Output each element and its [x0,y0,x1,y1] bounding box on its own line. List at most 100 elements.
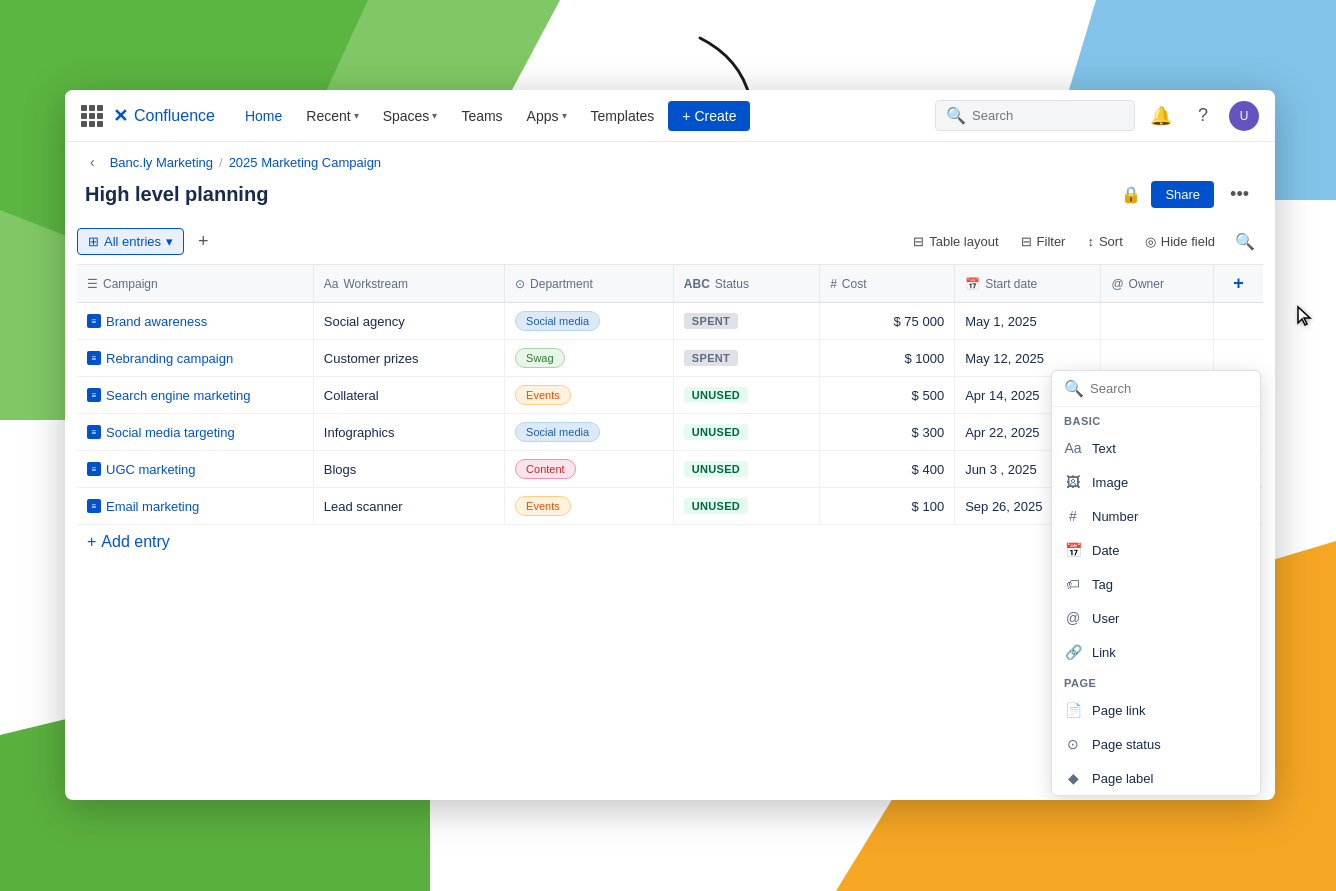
nav-templates[interactable]: Templates [581,102,665,130]
cell-status-4: UNUSED [673,451,819,488]
navbar: ✕ Confluence Home Recent ▾ Spaces ▾ Team… [65,90,1275,142]
field-item-image[interactable]: 🖼 Image [1052,465,1260,499]
basic-section-label: BASIC [1052,407,1260,431]
cell-department-4: Content [505,451,674,488]
field-item-number[interactable]: # Number [1052,499,1260,533]
cell-workstream-2: Collateral [313,377,504,414]
table-row: ≡ Brand awareness Social agency Social m… [77,303,1263,340]
cell-workstream-1: Customer prizes [313,340,504,377]
grid-icon [81,105,103,127]
field-item-page-label[interactable]: ◆ Page label [1052,761,1260,795]
search-input[interactable] [972,108,1124,123]
lock-icon[interactable]: 🔒 [1121,185,1141,204]
campaign-link-0[interactable]: ≡ Brand awareness [87,314,303,329]
create-button[interactable]: + Create [668,101,750,131]
toolbar: ⊞ All entries ▾ + ⊟ Table layout ⊟ Filte… [77,219,1263,265]
nav-recent[interactable]: Recent ▾ [296,102,368,130]
field-item-tag[interactable]: 🏷 Tag [1052,567,1260,601]
field-item-user[interactable]: @ User [1052,601,1260,635]
page-actions: 🔒 Share ••• [1121,180,1255,209]
hide-field-button[interactable]: ◎ Hide field [1135,229,1225,254]
nav-teams[interactable]: Teams [451,102,512,130]
campaign-link-3[interactable]: ≡ Social media targeting [87,425,303,440]
field-item-date[interactable]: 📅 Date [1052,533,1260,567]
all-entries-button[interactable]: ⊞ All entries ▾ [77,228,184,255]
th-status: ABC Status [673,265,819,303]
nav-home[interactable]: Home [235,102,292,130]
table-header-row: ☰ Campaign Aa Workstream [77,265,1263,303]
campaign-link-5[interactable]: ≡ Email marketing [87,499,303,514]
field-item-page-status[interactable]: ⊙ Page status [1052,727,1260,761]
notifications-button[interactable]: 🔔 [1145,100,1177,132]
more-button[interactable]: ••• [1224,180,1255,209]
campaign-link-4[interactable]: ≡ UGC marketing [87,462,303,477]
recent-chevron: ▾ [354,110,359,121]
hide-field-label: Hide field [1161,234,1215,249]
add-view-button[interactable]: + [190,227,217,256]
cell-campaign-1: ≡ Rebranding campaign [77,340,313,377]
status-badge-0: SPENT [684,313,738,329]
page-link-icon: 📄 [1064,701,1082,719]
th-owner: @ Owner [1101,265,1214,303]
filter-icon: ⊟ [1021,234,1032,249]
toolbar-search-button[interactable]: 🔍 [1227,227,1263,256]
share-button[interactable]: Share [1151,181,1214,208]
page-status-icon: ⊙ [1064,735,1082,753]
th-workstream: Aa Workstream [313,265,504,303]
logo-text: Confluence [134,107,215,125]
startdate-col-icon: 📅 [965,277,980,291]
cell-status-2: UNUSED [673,377,819,414]
link-icon: 🔗 [1064,643,1082,661]
campaign-icon-5: ≡ [87,499,101,513]
cell-owner-0 [1101,303,1214,340]
table-layout-button[interactable]: ⊟ Table layout [903,229,1008,254]
nav-apps[interactable]: Apps ▾ [517,102,577,130]
filter-button[interactable]: ⊟ Filter [1011,229,1076,254]
dropdown-search-bar: 🔍 [1052,371,1260,407]
department-badge-2: Events [515,385,571,405]
avatar[interactable]: U [1229,101,1259,131]
logo[interactable]: ✕ Confluence [81,105,215,127]
spaces-chevron: ▾ [432,110,437,121]
campaign-icon-4: ≡ [87,462,101,476]
field-text-label: Text [1092,441,1116,456]
cell-startdate-0: May 1, 2025 [955,303,1101,340]
user-icon: @ [1064,609,1082,627]
hide-field-icon: ◎ [1145,234,1156,249]
field-item-page-link[interactable]: 📄 Page link [1052,693,1260,727]
campaign-link-2[interactable]: ≡ Search engine marketing [87,388,303,403]
status-badge-1: SPENT [684,350,738,366]
cell-cost-0: $ 75 000 [820,303,955,340]
toolbar-right: ⊟ Table layout ⊟ Filter ↕ Sort ◎ Hide fi… [903,227,1263,256]
status-col-icon: ABC [684,277,710,291]
cell-cost-1: $ 1000 [820,340,955,377]
cell-department-2: Events [505,377,674,414]
sort-button[interactable]: ↕ Sort [1077,229,1132,254]
nav-spaces[interactable]: Spaces ▾ [373,102,448,130]
cell-status-3: UNUSED [673,414,819,451]
cell-campaign-4: ≡ UGC marketing [77,451,313,488]
field-item-text[interactable]: Aa Text [1052,431,1260,465]
help-button[interactable]: ? [1187,100,1219,132]
campaign-link-1[interactable]: ≡ Rebranding campaign [87,351,303,366]
cell-cost-2: $ 500 [820,377,955,414]
field-number-label: Number [1092,509,1138,524]
status-badge-4: UNUSED [684,461,748,477]
page-title-row: High level planning 🔒 Share ••• [65,176,1275,219]
breadcrumb-back[interactable]: ‹ [85,152,100,172]
table-layout-label: Table layout [929,234,998,249]
dropdown-search-input[interactable] [1090,381,1248,396]
search-icon: 🔍 [946,106,966,125]
breadcrumb-parent1[interactable]: Banc.ly Marketing [110,155,213,170]
cursor [1294,305,1318,333]
breadcrumb-parent2[interactable]: 2025 Marketing Campaign [229,155,381,170]
tag-icon: 🏷 [1064,575,1082,593]
logo-x: ✕ [113,105,128,127]
sort-label: Sort [1099,234,1123,249]
add-column-button[interactable]: + [1224,273,1253,294]
campaign-col-icon: ☰ [87,277,98,291]
field-item-link[interactable]: 🔗 Link [1052,635,1260,669]
search-bar[interactable]: 🔍 [935,100,1135,131]
field-image-label: Image [1092,475,1128,490]
department-badge-0: Social media [515,311,600,331]
